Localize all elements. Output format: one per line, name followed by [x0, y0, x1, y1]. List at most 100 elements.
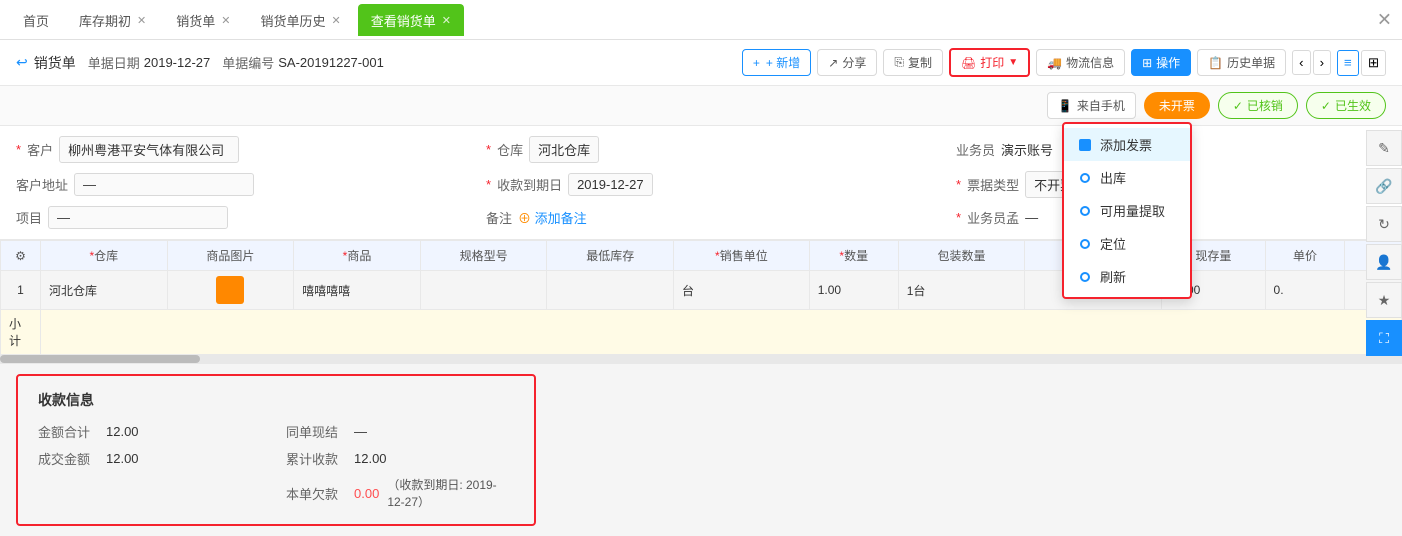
logistics-label: 物流信息 [1066, 54, 1114, 71]
payment-grid: 金额合计 12.00 同单现结 — 成交金额 12.00 累计收款 12.00 … [38, 422, 514, 510]
sidebar-refresh-icon[interactable]: ↻ [1366, 206, 1402, 242]
history-button[interactable]: 📋 历史单据 [1197, 49, 1286, 76]
add-note-icon: ⊕ [518, 211, 531, 226]
doc-type-icon: ↩ [16, 54, 28, 71]
from-mobile-label: 来自手机 [1077, 97, 1125, 114]
doc-header: ↩ 销货单 单据日期 2019-12-27 单据编号 SA-20191227-0… [0, 40, 1402, 86]
tab-home[interactable]: 首页 [10, 4, 62, 36]
add-note-label: 添加备注 [535, 211, 587, 226]
payment-title: 收款信息 [38, 390, 514, 410]
dropdown-item-available-qty[interactable]: 可用量提取 [1064, 194, 1190, 227]
print-label: 打印 [980, 54, 1004, 71]
effective-btn[interactable]: ✓ 已生效 [1306, 92, 1386, 119]
add-note-btn[interactable]: ⊕ 添加备注 [518, 208, 587, 227]
scrollbar-thumb[interactable] [0, 355, 200, 363]
col-sales-unit: *销售单位 [674, 241, 810, 271]
sidebar-expand-icon[interactable]: ⛶ [1366, 320, 1402, 356]
row-spec [420, 271, 547, 310]
copy-icon: ⎘ [894, 55, 904, 70]
doc-no-value: SA-20191227-001 [278, 55, 384, 70]
dropdown-item-outbound[interactable]: 出库 [1064, 161, 1190, 194]
from-mobile-btn[interactable]: 📱 来自手机 [1047, 92, 1136, 119]
col-warehouse: *仓库 [41, 241, 168, 271]
view-toggle: ≡ ⊞ [1337, 50, 1386, 76]
col-spec: 规格型号 [420, 241, 547, 271]
operations-button[interactable]: ⊞ 操作 [1131, 49, 1191, 76]
tab-sales-close[interactable]: ✕ [221, 14, 230, 27]
share-icon: ↗ [828, 56, 838, 70]
copy-button[interactable]: ⎘ 复制 [883, 49, 943, 76]
add-invoice-icon [1078, 138, 1092, 152]
current-due-row: 本单欠款 0.00 （收款到期日: 2019-12-27） [286, 476, 514, 510]
not-opened-btn[interactable]: 未开票 [1144, 92, 1210, 119]
refresh-label: 刷新 [1100, 267, 1126, 286]
outbound-icon [1078, 171, 1092, 185]
tab-sales-history[interactable]: 销货单历史 ✕ [247, 4, 353, 36]
confirm-btn[interactable]: ✓ 已核销 [1218, 92, 1298, 119]
transaction-label: 成交金额 [38, 449, 98, 468]
prev-arrow[interactable]: ‹ [1292, 50, 1310, 75]
available-qty-label: 可用量提取 [1100, 201, 1165, 220]
current-due-label: 本单欠款 [286, 484, 346, 503]
sidebar-edit-icon[interactable]: ✎ [1366, 130, 1402, 166]
tab-view-sales[interactable]: 查看销货单 ✕ [358, 4, 464, 36]
row-quantity: 1.00 [809, 271, 898, 310]
next-arrow[interactable]: › [1313, 50, 1331, 75]
print-button[interactable]: 🖨 打印 ▼ [949, 48, 1030, 77]
sidebar-star-icon[interactable]: ★ [1366, 282, 1402, 318]
sidebar-user-icon[interactable]: 👤 [1366, 244, 1402, 280]
tab-sales-history-close[interactable]: ✕ [332, 14, 341, 27]
locate-icon [1078, 237, 1092, 251]
col-package-qty: 包装数量 [898, 241, 1025, 271]
doc-title-area: ↩ 销货单 [16, 53, 76, 73]
customer-label: 客户 [27, 140, 53, 159]
warehouse-field: * 仓库 河北仓库 [486, 136, 916, 163]
dropdown-item-locate[interactable]: 定位 [1064, 227, 1190, 260]
warehouse-value: 河北仓库 [529, 136, 599, 163]
tab-sales[interactable]: 销货单 ✕ [163, 4, 243, 36]
warehouse-label: 仓库 [497, 140, 523, 159]
tab-inventory-close[interactable]: ✕ [137, 14, 146, 27]
effective-check-icon: ✓ [1321, 99, 1331, 113]
dropdown-item-add-invoice[interactable]: 添加发票 [1064, 128, 1190, 161]
dropdown-item-refresh[interactable]: 刷新 [1064, 260, 1190, 293]
current-due-value: 0.00 [354, 486, 379, 501]
customer-field: * 客户 柳州粤港平安气体有限公司 [16, 136, 446, 163]
ticket-type-required-star: * [956, 177, 961, 192]
due-date-value: 2019-12-27 [568, 173, 653, 196]
tab-inventory-label: 库存期初 [79, 11, 131, 30]
address-label: 客户地址 [16, 175, 68, 194]
salesman2-required-star: * [956, 210, 961, 225]
tab-inventory[interactable]: 库存期初 ✕ [66, 4, 159, 36]
tab-view-sales-close[interactable]: ✕ [442, 14, 451, 27]
share-button[interactable]: ↗ 分享 [817, 49, 877, 76]
payment-section: 收款信息 金额合计 12.00 同单现结 — 成交金额 12.00 累计收款 1… [16, 374, 536, 526]
sidebar-link-icon[interactable]: 🔗 [1366, 168, 1402, 204]
confirm-label: 已核销 [1247, 97, 1283, 114]
logistics-button[interactable]: 🚚 物流信息 [1036, 49, 1125, 76]
list-view-btn[interactable]: ≡ [1337, 50, 1359, 76]
logistics-icon: 🚚 [1047, 56, 1062, 70]
row-warehouse: 河北仓库 [41, 271, 168, 310]
salesman2-value: — [1025, 210, 1038, 225]
operations-dropdown: 添加发票 出库 可用量提取 定位 刷新 [1062, 122, 1192, 299]
table-scrollbar[interactable] [0, 355, 1402, 363]
settlement-label: 同单现结 [286, 422, 346, 441]
col-quantity: *数量 [809, 241, 898, 271]
customer-value: 柳州粤港平安气体有限公司 [59, 136, 239, 163]
doc-no-label: 单据编号 [222, 53, 274, 72]
mobile-icon: 📱 [1058, 99, 1073, 113]
check-icon: ✓ [1233, 99, 1243, 113]
new-icon: + [753, 56, 760, 70]
settlement-row: 同单现结 — [286, 422, 514, 441]
project-label: 项目 [16, 208, 42, 227]
grid-view-btn[interactable]: ⊞ [1361, 50, 1386, 76]
window-close-btn[interactable]: ✕ [1377, 9, 1392, 30]
address-value: — [74, 173, 254, 196]
col-settings: ⚙ [1, 241, 41, 271]
new-button[interactable]: + + 新增 [742, 49, 811, 76]
transaction-row: 成交金额 12.00 [38, 449, 266, 468]
col-min-stock: 最低库存 [547, 241, 674, 271]
row-min-stock [547, 271, 674, 310]
cumulative-value: 12.00 [354, 451, 387, 466]
